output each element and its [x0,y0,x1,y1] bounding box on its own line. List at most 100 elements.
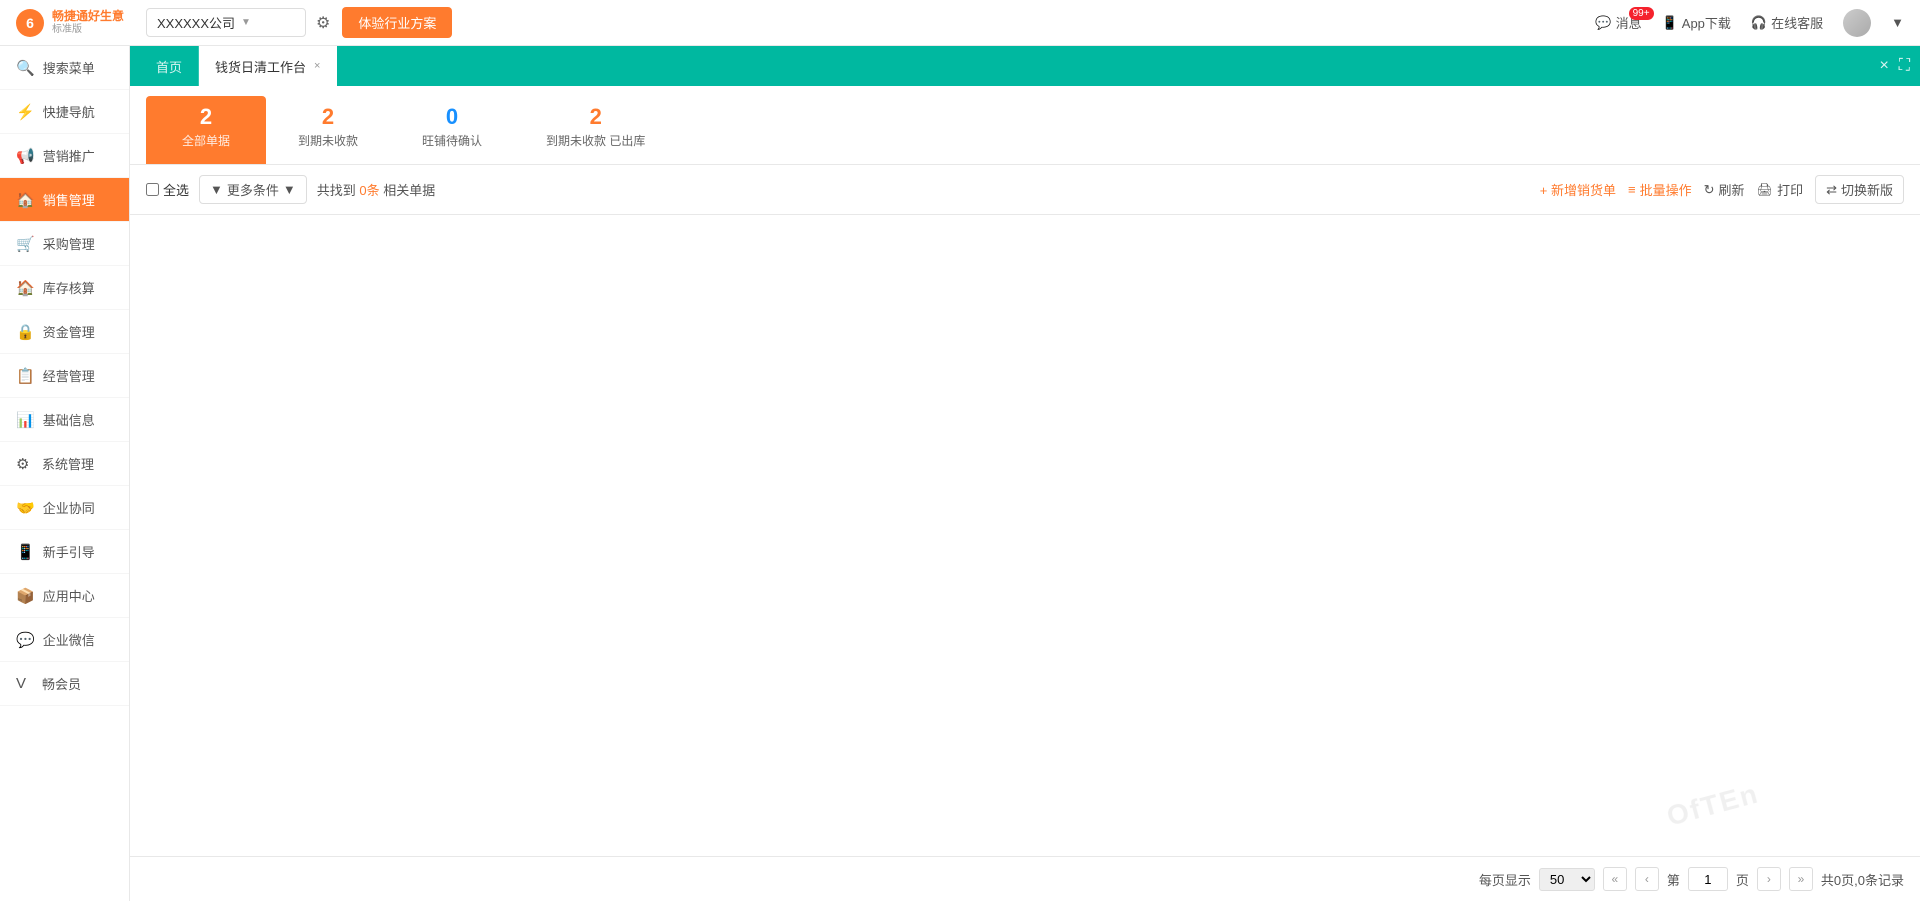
logo-area: 6 畅捷通好生意 标准版 [16,9,146,37]
tab-workbench[interactable]: 钱货日清工作台 × [199,46,337,86]
sidebar-item-marketing[interactable]: 📢 营销推广 [0,134,129,178]
toolbar-left: 全选 ▼ 更多条件 ▼ 共找到 0条 相关单据 [146,175,435,204]
select-all-checkbox[interactable] [146,183,159,196]
sidebar-item-enterprise[interactable]: 🤝 企业协同 [0,486,129,530]
sidebar-item-finance[interactable]: 🔒 资金管理 [0,310,129,354]
filter-button[interactable]: ▼ 更多条件 ▼ [199,175,307,204]
sidebar-item-weixin[interactable]: 💬 企业微信 [0,618,129,662]
sidebar-item-system[interactable]: ⚙ 系统管理 [0,442,129,486]
settings-icon[interactable]: ⚙ [316,13,330,33]
sidebar-item-purchase[interactable]: 🛒 采购管理 [0,222,129,266]
per-page-select[interactable]: 50 10 20 100 [1539,868,1595,891]
sidebar-item-beginner[interactable]: 📱 新手引导 [0,530,129,574]
basicinfo-icon: 📊 [16,411,35,429]
switch-icon: ⇄ [1826,182,1837,198]
page-label: 第 [1667,870,1680,889]
sidebar: 🔍 搜索菜单 ⚡ 快捷导航 📢 营销推广 🏠 销售管理 🛒 采购管理 🏠 库存核… [0,46,130,901]
messages-button[interactable]: 💬 消息 99+ [1595,13,1641,32]
member-icon: V [16,675,34,692]
found-count: 0条 [359,183,379,198]
stat-tab-pending[interactable]: 0 旺铺待确认 [390,96,514,164]
logo-text: 畅捷通好生意 标准版 [52,9,124,35]
print-button[interactable]: 🖨 打印 [1757,180,1804,199]
prev-page-button[interactable]: ‹ [1635,867,1659,891]
chevron-down-icon: ▼ [1891,15,1904,30]
operations-icon: 📋 [16,367,35,385]
sidebar-item-inventory[interactable]: 🏠 库存核算 [0,266,129,310]
toolbar-right: + 新增销货单 ≡ 批量操作 ↻ 刷新 🖨 打印 ⇄ 切换新版 [1540,175,1904,204]
messages-badge: 99+ [1629,7,1654,20]
stat-tab-all[interactable]: 2 全部单据 [146,96,266,164]
stat-all-count: 2 [200,104,212,130]
beginner-icon: 📱 [16,543,35,561]
enterprise-icon: 🤝 [16,499,35,517]
app-name: 畅捷通好生意 [52,9,124,23]
stat-all-label: 全部单据 [182,132,230,149]
table-area [130,215,1920,856]
inventory-icon: 🏠 [16,279,35,297]
stat-pending-count: 0 [446,104,458,130]
weixin-icon: 💬 [16,631,35,649]
tab-minimize-icon[interactable]: × [1879,57,1888,75]
sidebar-item-app-center[interactable]: 📦 应用中心 [0,574,129,618]
user-menu[interactable]: ▼ [1891,15,1904,30]
top-right-actions: 💬 消息 99+ 📱 App下载 🎧 在线客服 ▼ [1595,9,1904,37]
switch-version-button[interactable]: ⇄ 切换新版 [1815,175,1904,204]
stat-shipped-label: 到期未收款 已出库 [546,132,645,149]
purchase-icon: 🛒 [16,235,35,253]
refresh-button[interactable]: ↻ 刷新 [1704,180,1745,199]
filter-chevron-icon: ▼ [283,182,296,197]
chevron-down-icon: ▼ [241,17,251,28]
per-page-label: 每页显示 [1479,870,1531,889]
system-icon: ⚙ [16,455,34,473]
sidebar-item-operations[interactable]: 📋 经营管理 [0,354,129,398]
app-logo: 6 [16,9,44,37]
marketing-icon: 📢 [16,147,35,165]
tab-maximize-icon[interactable]: ⛶ [1899,57,1910,75]
sidebar-item-member[interactable]: V 畅会员 [0,662,129,706]
print-icon: 🖨 [1757,182,1774,198]
stat-pending-label: 旺铺待确认 [422,132,482,149]
toolbar: 全选 ▼ 更多条件 ▼ 共找到 0条 相关单据 + 新增销货单 ≡ 批量操作 ↻… [130,165,1920,215]
sidebar-item-quick-nav[interactable]: ⚡ 快捷导航 [0,90,129,134]
company-name: XXXXXX公司 [157,13,235,32]
total-info: 共0页,0条记录 [1821,870,1904,889]
stat-overdue-count: 2 [322,104,334,130]
online-service-button[interactable]: 🎧 在线客服 [1751,13,1823,32]
finance-icon: 🔒 [16,323,35,341]
app-download-button[interactable]: 📱 App下载 [1662,13,1731,32]
avatar-image [1843,9,1871,37]
batch-button[interactable]: ≡ 批量操作 [1628,180,1692,199]
page-unit: 页 [1736,870,1749,889]
sales-icon: 🏠 [16,191,35,209]
flash-icon: ⚡ [16,103,35,121]
stat-overdue-label: 到期未收款 [298,132,358,149]
refresh-icon: ↻ [1704,182,1715,198]
stat-tab-shipped[interactable]: 2 到期未收款 已出库 [514,96,677,164]
tab-actions: × ⛶ [1879,57,1910,75]
stat-tab-overdue[interactable]: 2 到期未收款 [266,96,390,164]
appcenter-icon: 📦 [16,587,35,605]
filter-icon: ▼ [210,182,223,197]
pagination: 每页显示 50 10 20 100 « ‹ 第 页 › » 共0页,0条记录 [130,856,1920,901]
new-sale-button[interactable]: + 新增销货单 [1540,180,1616,199]
message-icon: 💬 [1595,15,1611,31]
tab-home[interactable]: 首页 [140,46,199,86]
page-number-input[interactable] [1688,867,1728,891]
top-bar: 6 畅捷通好生意 标准版 XXXXXX公司 ▼ ⚙ 体验行业方案 💬 消息 99… [0,0,1920,46]
stats-tabs: 2 全部单据 2 到期未收款 0 旺铺待确认 2 到期未收款 已出库 [130,86,1920,165]
sidebar-search[interactable]: 🔍 搜索菜单 [0,46,129,90]
found-text: 共找到 0条 相关单据 [317,180,436,199]
app-edition: 标准版 [52,24,124,36]
avatar[interactable] [1843,9,1871,37]
select-all-label[interactable]: 全选 [146,180,189,199]
trial-button[interactable]: 体验行业方案 [342,7,452,38]
company-selector[interactable]: XXXXXX公司 ▼ [146,8,306,37]
nav-tabs: 首页 钱货日清工作台 × × ⛶ [130,46,1920,86]
sidebar-item-basic-info[interactable]: 📊 基础信息 [0,398,129,442]
tab-close-icon[interactable]: × [314,60,320,72]
first-page-button[interactable]: « [1603,867,1627,891]
sidebar-item-sales[interactable]: 🏠 销售管理 [0,178,129,222]
last-page-button[interactable]: » [1789,867,1813,891]
next-page-button[interactable]: › [1757,867,1781,891]
